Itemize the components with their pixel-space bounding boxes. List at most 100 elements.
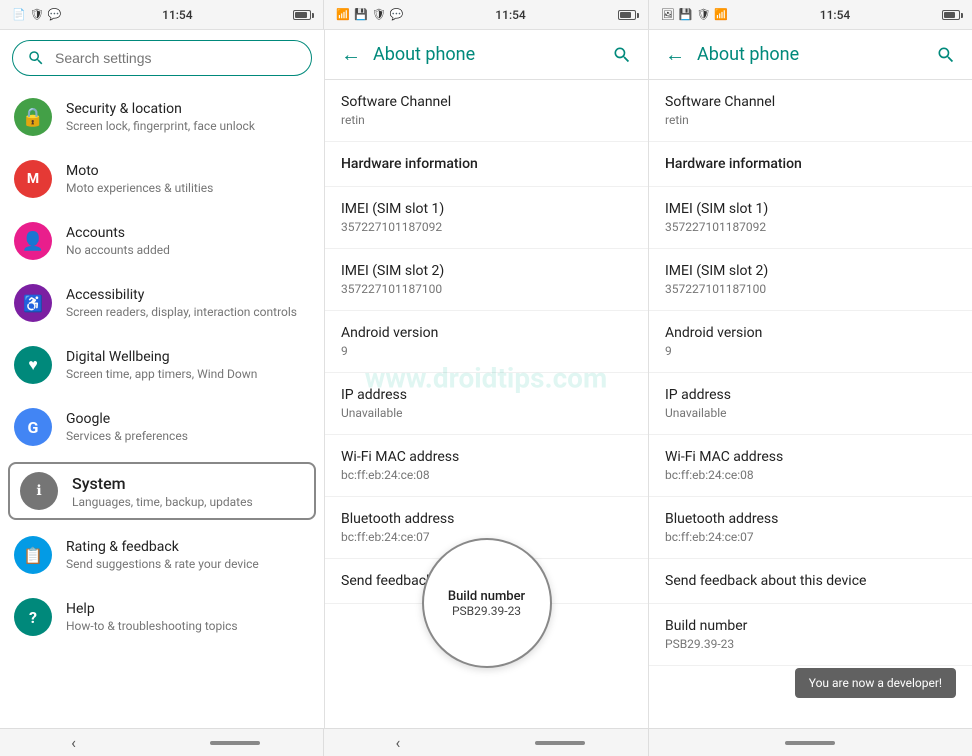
storage-icon: 💾 [354, 8, 368, 21]
about-item-software-channel-right[interactable]: Software Channel retin [649, 80, 972, 142]
ip-value-right: Unavailable [665, 406, 956, 420]
about-item-build-right[interactable]: Build number PSB29.39-23 [649, 604, 972, 666]
about-item-imei2-right[interactable]: IMEI (SIM slot 2) 357227101187100 [649, 249, 972, 311]
rating-title: Rating & feedback [66, 539, 310, 555]
about-item-bt-right[interactable]: Bluetooth address bc:ff:eb:24:ce:07 [649, 497, 972, 559]
settings-item-accessibility[interactable]: ♿ Accessibility Screen readers, display,… [0, 272, 324, 334]
status-panel-right: 🖼 💾 🛡 📶 11:54 [649, 0, 972, 29]
google-icon: G [14, 408, 52, 446]
settings-item-accounts[interactable]: 👤 Accounts No accounts added [0, 210, 324, 272]
settings-item-system[interactable]: ℹ System Languages, time, backup, update… [8, 462, 316, 520]
settings-item-help[interactable]: ? Help How-to & troubleshooting topics [0, 586, 324, 648]
hardware-info-header-mid: Hardware information [325, 142, 648, 187]
battery-icon-left [293, 10, 311, 20]
about-item-imei2-mid[interactable]: IMEI (SIM slot 2) 357227101187100 [325, 249, 648, 311]
search-input[interactable] [55, 50, 297, 66]
accessibility-text: Accessibility Screen readers, display, i… [66, 287, 310, 319]
search-icon-middle[interactable] [612, 45, 632, 65]
security-icon: 🔒 [14, 98, 52, 136]
toast-developer: You are now a developer! [795, 668, 956, 698]
google-text: Google Services & preferences [66, 411, 310, 443]
battery-icon-right [942, 10, 960, 20]
status-time-middle: 11:54 [495, 8, 525, 22]
about-item-feedback-mid[interactable]: Send feedback about this device Build nu… [325, 559, 648, 604]
about-header-right: ← About phone [649, 30, 972, 80]
status-icons-middle: 📶 💾 🛡 💬 [336, 8, 403, 21]
bt-title-right: Bluetooth address [665, 511, 956, 527]
message-icon: 💬 [48, 8, 62, 21]
back-button-middle[interactable]: ← [341, 42, 361, 67]
search-icon [27, 49, 45, 67]
imei1-value-mid: 357227101187092 [341, 220, 632, 234]
nav-pill-right [785, 741, 835, 745]
moto-text: Moto Moto experiences & utilities [66, 163, 310, 195]
android-title-right: Android version [665, 325, 956, 341]
digital-wellbeing-text: Digital Wellbeing Screen time, app timer… [66, 349, 310, 381]
nav-pill-left [210, 741, 260, 745]
android-value-right: 9 [665, 344, 956, 358]
system-icon: ℹ [20, 472, 58, 510]
about-item-feedback-right[interactable]: Send feedback about this device [649, 559, 972, 604]
about-item-software-channel-mid[interactable]: Software Channel retin [325, 80, 648, 142]
ip-title-mid: IP address [341, 387, 632, 403]
wifi-icon: 📶 [714, 8, 728, 21]
settings-panel: 🔒 Security & location Screen lock, finge… [0, 30, 325, 728]
settings-item-moto[interactable]: M Moto Moto experiences & utilities [0, 148, 324, 210]
about-item-android-right[interactable]: Android version 9 [649, 311, 972, 373]
about-item-ip-mid[interactable]: IP address Unavailable [325, 373, 648, 435]
wifi-title-right: Wi-Fi MAC address [665, 449, 956, 465]
about-panel-right: ← About phone Software Channel retin Har… [649, 30, 972, 728]
message-icon2: 💬 [390, 8, 404, 21]
security-text: Security & location Screen lock, fingerp… [66, 101, 310, 133]
gallery-icon: 🖼 [661, 8, 675, 21]
status-panel-left: 📄 🛡 💬 11:54 [0, 0, 324, 29]
about-item-imei1-mid[interactable]: IMEI (SIM slot 1) 357227101187092 [325, 187, 648, 249]
about-panel-middle: ← About phone Software Channel retin Har… [325, 30, 649, 728]
status-time-left: 11:54 [162, 8, 192, 22]
settings-item-digital-wellbeing[interactable]: ♥ Digital Wellbeing Screen time, app tim… [0, 334, 324, 396]
accessibility-icon: ♿ [14, 284, 52, 322]
search-icon-right[interactable] [936, 45, 956, 65]
about-item-wifi-mid[interactable]: Wi-Fi MAC address bc:ff:eb:24:ce:08 [325, 435, 648, 497]
back-button-right[interactable]: ← [665, 42, 685, 67]
main-content: 🔒 Security & location Screen lock, finge… [0, 30, 972, 728]
wifi-value-right: bc:ff:eb:24:ce:08 [665, 468, 956, 482]
about-item-imei1-right[interactable]: IMEI (SIM slot 1) 357227101187092 [649, 187, 972, 249]
settings-item-google[interactable]: G Google Services & preferences [0, 396, 324, 458]
nav-panel-left: ‹ [0, 729, 324, 756]
system-subtitle: Languages, time, backup, updates [72, 495, 304, 509]
about-title-right: About phone [697, 44, 924, 65]
build-circle-value-mid: PSB29.39-23 [444, 604, 529, 618]
file-icon: 📄 [12, 8, 26, 21]
nav-back-left[interactable]: ‹ [63, 729, 84, 756]
security-subtitle: Screen lock, fingerprint, face unlock [66, 119, 310, 133]
software-channel-value-mid: retin [341, 113, 632, 127]
accounts-text: Accounts No accounts added [66, 225, 310, 257]
bt-title-mid: Bluetooth address [341, 511, 632, 527]
status-icons-right: 🖼 💾 🛡 📶 [661, 8, 728, 21]
help-text: Help How-to & troubleshooting topics [66, 601, 310, 633]
settings-item-security[interactable]: 🔒 Security & location Screen lock, finge… [0, 86, 324, 148]
build-title-right: Build number [665, 618, 956, 634]
storage-icon2: 💾 [679, 8, 693, 21]
nav-back-middle[interactable]: ‹ [387, 729, 408, 756]
about-item-wifi-right[interactable]: Wi-Fi MAC address bc:ff:eb:24:ce:08 [649, 435, 972, 497]
settings-item-rating[interactable]: 📋 Rating & feedback Send suggestions & r… [0, 524, 324, 586]
about-list-right: Software Channel retin Hardware informat… [649, 80, 972, 728]
software-channel-title-right: Software Channel [665, 94, 956, 110]
bt-value-right: bc:ff:eb:24:ce:07 [665, 530, 956, 544]
help-subtitle: How-to & troubleshooting topics [66, 619, 310, 633]
about-item-android-mid[interactable]: Android version 9 [325, 311, 648, 373]
help-icon: ? [14, 598, 52, 636]
search-bar[interactable] [12, 40, 312, 76]
accessibility-title: Accessibility [66, 287, 310, 303]
accounts-title: Accounts [66, 225, 310, 241]
status-time-right: 11:54 [820, 8, 850, 22]
accessibility-subtitle: Screen readers, display, interaction con… [66, 305, 310, 319]
digital-wellbeing-title: Digital Wellbeing [66, 349, 310, 365]
about-item-ip-right[interactable]: IP address Unavailable [649, 373, 972, 435]
nav-panel-right [649, 729, 972, 756]
status-bar: 📄 🛡 💬 11:54 📶 💾 🛡 💬 11:54 🖼 💾 🛡 📶 11:54 [0, 0, 972, 30]
hardware-info-header-right: Hardware information [649, 142, 972, 187]
system-text: System Languages, time, backup, updates [72, 474, 304, 509]
